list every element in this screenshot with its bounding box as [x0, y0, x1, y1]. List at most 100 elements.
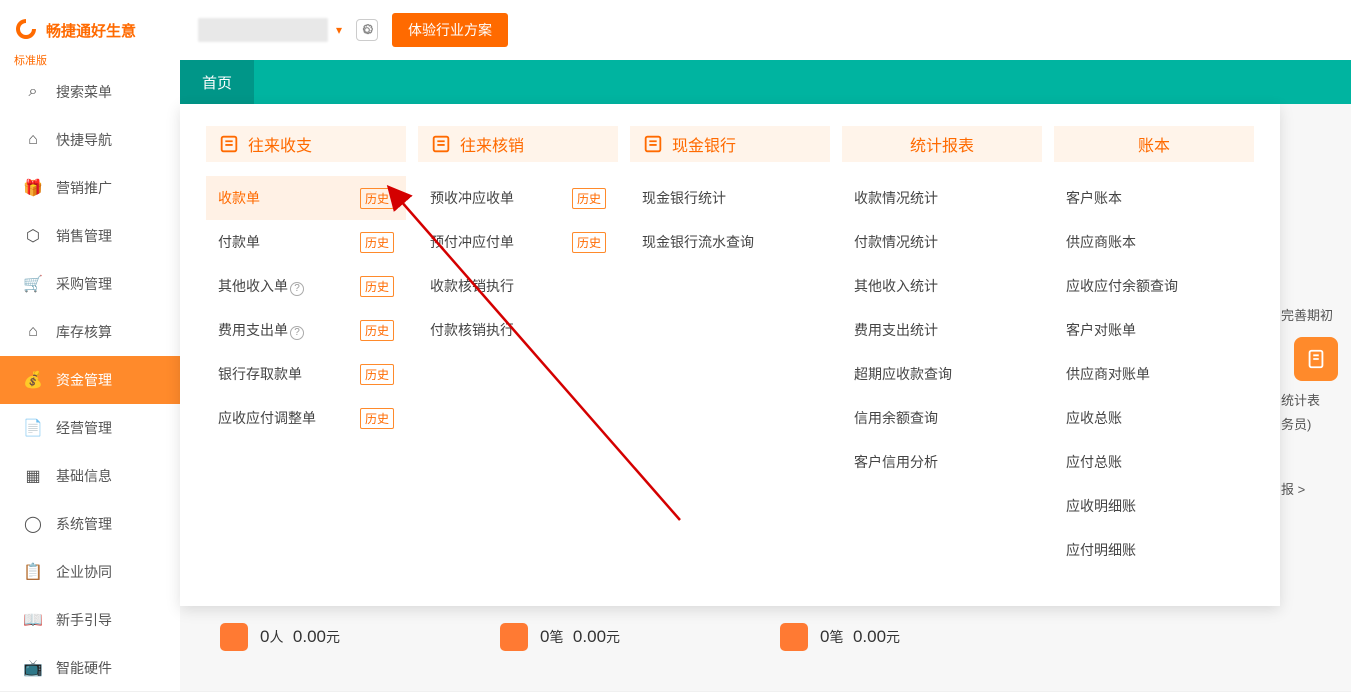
megamenu-item[interactable]: 供应商账本	[1054, 220, 1254, 264]
megamenu-item[interactable]: 付款情况统计	[842, 220, 1042, 264]
megamenu-item[interactable]: 应付总账	[1054, 440, 1254, 484]
megamenu-item[interactable]: 预付冲应付单 历史	[418, 220, 618, 264]
megamenu-item[interactable]: 供应商对账单	[1054, 352, 1254, 396]
sidebar-item-6[interactable]: 💰资金管理	[0, 356, 180, 404]
megamenu-col-1: 往来核销预收冲应收单历史预付冲应付单历史收款核销执行付款核销执行	[418, 126, 618, 572]
tab-home[interactable]: 首页	[180, 60, 254, 104]
help-icon[interactable]: ?	[290, 282, 304, 296]
megamenu-item[interactable]: 费用支出统计	[842, 308, 1042, 352]
logo: 畅捷通好生意	[0, 0, 180, 60]
sidebar-item-5[interactable]: ⌂库存核算	[0, 308, 180, 356]
megamenu-item-label: 信用余额查询	[854, 408, 938, 428]
megamenu-item-label: 应收应付调整单	[218, 408, 316, 428]
help-icon[interactable]: ?	[290, 326, 304, 340]
megamenu-item[interactable]: 应收总账	[1054, 396, 1254, 440]
megamenu-item-label: 其他收入单?	[218, 276, 304, 296]
megamenu-item[interactable]: 客户账本	[1054, 176, 1254, 220]
megamenu-item[interactable]: 现金银行统计	[630, 176, 830, 220]
megamenu-col-title: 往来收支	[206, 126, 406, 162]
right-hints: 完善期初 统计表 务员) 报 >	[1281, 234, 1351, 503]
megamenu-item-label: 银行存取款单	[218, 364, 302, 384]
megamenu-item[interactable]: 客户信用分析	[842, 440, 1042, 484]
megamenu-item[interactable]: 其他收入单? 历史	[206, 264, 406, 308]
sidebar-item-0[interactable]: ⌕搜索菜单	[0, 68, 180, 116]
megamenu-item-label: 应收明细账	[1066, 496, 1136, 516]
megamenu-item[interactable]: 客户对账单	[1054, 308, 1254, 352]
stat-text: 0笔 0.00元	[540, 627, 620, 647]
sidebar-item-9[interactable]: ◯系统管理	[0, 500, 180, 548]
megamenu-item[interactable]: 应收应付余额查询	[1054, 264, 1254, 308]
try-plan-button[interactable]: 体验行业方案	[392, 13, 508, 47]
sidebar-item-4[interactable]: 🛒采购管理	[0, 260, 180, 308]
stat-icon	[780, 623, 808, 651]
sidebar-item-11[interactable]: 📖 新手引导	[0, 596, 180, 644]
megamenu-col-4: 账本客户账本供应商账本应收应付余额查询客户对账单供应商对账单应收总账应付总账应收…	[1054, 126, 1254, 572]
sidebar-item-label: 快捷导航	[56, 130, 112, 150]
megamenu-item-label: 应收总账	[1066, 408, 1122, 428]
megamenu-item-label: 客户对账单	[1066, 320, 1136, 340]
megamenu-col-0: 往来收支收款单历史付款单历史其他收入单?历史费用支出单?历史银行存取款单历史应收…	[206, 126, 406, 572]
brand-icon	[14, 17, 40, 43]
history-tag[interactable]: 历史	[360, 364, 394, 385]
megamenu-item-label: 预付冲应付单	[430, 232, 514, 252]
history-tag[interactable]: 历史	[572, 188, 606, 209]
megamenu-item[interactable]: 应付明细账	[1054, 528, 1254, 572]
stat-2: 0笔 0.00元	[780, 623, 900, 651]
history-tag[interactable]: 历史	[360, 276, 394, 297]
megamenu-item[interactable]: 预收冲应收单历史	[418, 176, 618, 220]
megamenu-item-label: 客户信用分析	[854, 452, 938, 472]
stat-1: 0笔 0.00元	[500, 623, 620, 651]
sidebar-item-8[interactable]: ▦ 基础信息	[0, 452, 180, 500]
megamenu-item[interactable]: 费用支出单?历史	[206, 308, 406, 352]
megamenu-item[interactable]: 付款核销执行	[418, 308, 618, 352]
sidebar-item-label: 基础信息	[56, 466, 112, 486]
megamenu-item[interactable]: 付款单 历史	[206, 220, 406, 264]
megamenu-item[interactable]: 收款核销执行	[418, 264, 618, 308]
megamenu-item[interactable]: 信用余额查询	[842, 396, 1042, 440]
megamenu-item-label: 现金银行统计	[642, 188, 726, 208]
megamenu-item[interactable]: 收款情况统计	[842, 176, 1042, 220]
history-tag[interactable]: 历史	[360, 232, 394, 253]
sidebar-item-10[interactable]: 📋企业协同	[0, 548, 180, 596]
megamenu-item[interactable]: 超期应收款查询	[842, 352, 1042, 396]
brand-name: 畅捷通好生意	[46, 20, 136, 41]
megamenu-item[interactable]: 现金银行流水查询	[630, 220, 830, 264]
history-tag[interactable]: 历史	[360, 320, 394, 341]
sidebar-icon: 🛒	[24, 275, 42, 293]
stat-text: 0笔 0.00元	[820, 627, 900, 647]
megamenu-item[interactable]: 其他收入统计	[842, 264, 1042, 308]
org-selector[interactable]: ▾	[198, 18, 342, 42]
megamenu-item-label: 其他收入统计	[854, 276, 938, 296]
megamenu-col-title: 统计报表	[842, 126, 1042, 162]
megamenu-col-2: 现金银行现金银行统计现金银行流水查询	[630, 126, 830, 572]
sidebar-item-12[interactable]: 📺智能硬件	[0, 644, 180, 692]
sidebar-icon: ⌕	[24, 83, 42, 101]
sidebar-item-label: 库存核算	[56, 322, 112, 342]
sidebar-item-1[interactable]: ⌂快捷导航	[0, 116, 180, 164]
megamenu-item-label: 付款单	[218, 232, 260, 252]
sidebar-icon: 📖	[24, 611, 42, 629]
sidebar-icon: 🎁	[24, 179, 42, 197]
history-tag[interactable]: 历史	[572, 232, 606, 253]
sidebar-icon: ⬡	[24, 227, 42, 245]
stats-row: 0人 0.00元0笔 0.00元0笔 0.00元	[220, 623, 1311, 651]
history-tag[interactable]: 历史	[360, 408, 394, 429]
megamenu-item[interactable]: 应收应付调整单 历史	[206, 396, 406, 440]
megamenu-col-title: 现金银行	[630, 126, 830, 162]
megamenu-item-label: 付款情况统计	[854, 232, 938, 252]
sidebar-item-3[interactable]: ⬡销售管理	[0, 212, 180, 260]
megamenu-item[interactable]: 应收明细账	[1054, 484, 1254, 528]
megamenu-item[interactable]: 银行存取款单 历史	[206, 352, 406, 396]
sidebar-item-2[interactable]: 🎁营销推广	[0, 164, 180, 212]
history-tag[interactable]: 历史	[360, 188, 394, 209]
stat-icon	[220, 623, 248, 651]
doc-icon[interactable]	[1294, 337, 1338, 381]
sidebar-item-label: 新手引导	[56, 610, 112, 630]
sidebar-icon: ▦	[24, 467, 42, 485]
megamenu-item[interactable]: 收款单历史	[206, 176, 406, 220]
sidebar-item-7[interactable]: 📄经营管理	[0, 404, 180, 452]
sidebar-item-label: 智能硬件	[56, 658, 112, 678]
sidebar: 畅捷通好生意 标准版 ⌕搜索菜单⌂快捷导航🎁营销推广⬡销售管理🛒采购管理⌂库存核…	[0, 0, 180, 691]
gear-icon[interactable]	[356, 19, 378, 41]
sidebar-item-label: 经营管理	[56, 418, 112, 438]
